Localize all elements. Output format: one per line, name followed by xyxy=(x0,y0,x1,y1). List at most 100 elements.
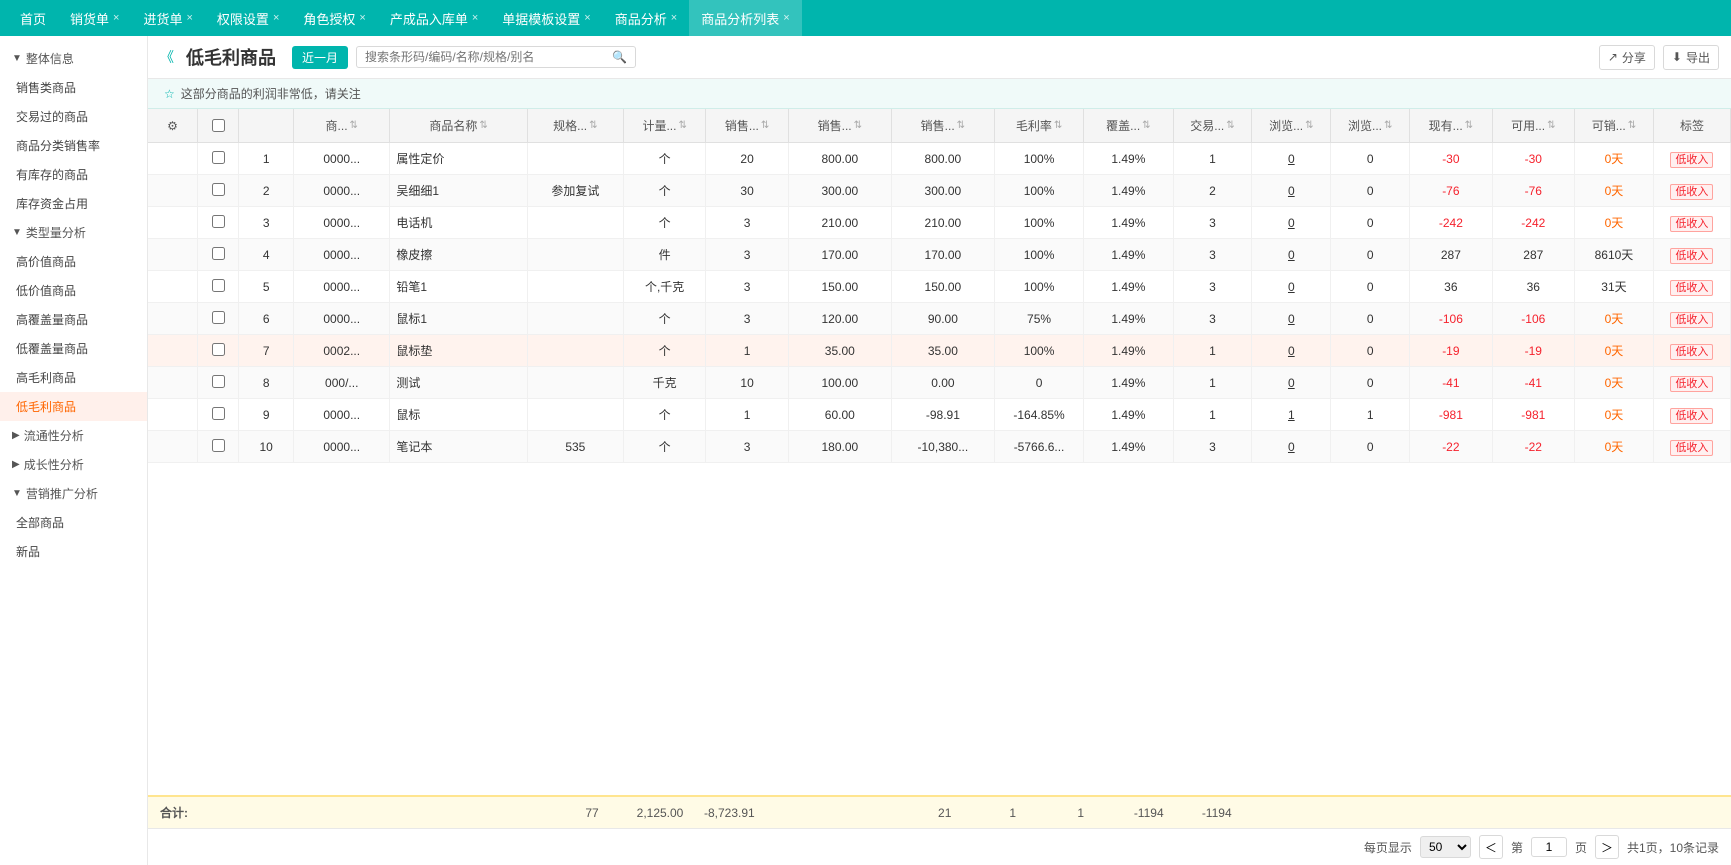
sort-icon-sales-price[interactable]: ⇅ xyxy=(854,120,862,131)
sidebar-group-type-analysis[interactable]: ▼ 类型量分析 xyxy=(0,218,147,247)
cell-check[interactable] xyxy=(197,303,238,335)
row-checkbox[interactable] xyxy=(212,215,225,228)
nav-role-auth[interactable]: 角色授权 × xyxy=(291,0,377,36)
th-code[interactable]: 商...⇅ xyxy=(294,109,390,143)
row-checkbox[interactable] xyxy=(212,407,225,420)
sort-icon-saleable[interactable]: ⇅ xyxy=(1628,120,1636,131)
sidebar-item-low-value[interactable]: 低价值商品 xyxy=(0,276,147,305)
nav-product-analysis-list[interactable]: 商品分析列表 × xyxy=(689,0,801,36)
row-checkbox[interactable] xyxy=(212,247,225,260)
row-checkbox[interactable] xyxy=(212,183,225,196)
sidebar-item-stocked-goods[interactable]: 有库存的商品 xyxy=(0,160,147,189)
sort-icon-available[interactable]: ⇅ xyxy=(1547,120,1555,131)
nav-close-product-analysis[interactable]: × xyxy=(671,12,677,24)
sort-icon-code[interactable]: ⇅ xyxy=(350,120,358,131)
per-page-select[interactable]: 50 100 200 xyxy=(1420,836,1471,858)
sidebar-item-low-coverage[interactable]: 低覆盖量商品 xyxy=(0,334,147,363)
nav-permissions[interactable]: 权限设置 × xyxy=(205,0,291,36)
row-checkbox[interactable] xyxy=(212,375,225,388)
nav-purchase-order[interactable]: 进货单 × xyxy=(131,0,204,36)
cell-check[interactable] xyxy=(197,271,238,303)
th-sales-price[interactable]: 销售...⇅ xyxy=(788,109,891,143)
th-gross-rate[interactable]: 毛利率⇅ xyxy=(994,109,1083,143)
sort-icon-trade[interactable]: ⇅ xyxy=(1226,120,1234,131)
share-button[interactable]: ↗ 分享 xyxy=(1599,45,1655,70)
nav-close-sales[interactable]: × xyxy=(113,12,119,24)
nav-home[interactable]: 首页 xyxy=(8,0,58,36)
cell-browse1[interactable]: 0 xyxy=(1252,175,1331,207)
nav-close-product-analysis-list[interactable]: × xyxy=(783,12,789,24)
nav-product-analysis[interactable]: 商品分析 × xyxy=(603,0,689,36)
select-all-checkbox[interactable] xyxy=(212,119,225,132)
sort-icon-cover-rate[interactable]: ⇅ xyxy=(1142,120,1150,131)
row-checkbox[interactable] xyxy=(212,279,225,292)
sidebar-item-high-value[interactable]: 高价值商品 xyxy=(0,247,147,276)
sidebar-item-high-coverage[interactable]: 高覆盖量商品 xyxy=(0,305,147,334)
cell-check[interactable] xyxy=(197,207,238,239)
sort-icon-unit[interactable]: ⇅ xyxy=(678,120,686,131)
sidebar-item-new-goods[interactable]: 新品 xyxy=(0,537,147,566)
sort-icon-gross-rate[interactable]: ⇅ xyxy=(1054,120,1062,131)
cell-browse1[interactable]: 0 xyxy=(1252,239,1331,271)
filter-button[interactable]: 近一月 xyxy=(292,46,348,69)
sidebar-group-general[interactable]: ▼ 整体信息 xyxy=(0,44,147,73)
nav-close-purchase[interactable]: × xyxy=(186,12,192,24)
th-browse2[interactable]: 浏览...⇅ xyxy=(1331,109,1410,143)
cell-browse1[interactable]: 1 xyxy=(1252,399,1331,431)
sidebar-item-all-goods[interactable]: 全部商品 xyxy=(0,508,147,537)
sort-icon-browse2[interactable]: ⇅ xyxy=(1384,120,1392,131)
prev-page-button[interactable]: ＜ xyxy=(1479,835,1503,859)
next-page-button[interactable]: ＞ xyxy=(1595,835,1619,859)
th-name[interactable]: 商品名称⇅ xyxy=(390,109,527,143)
cell-check[interactable] xyxy=(197,335,238,367)
th-browse1[interactable]: 浏览...⇅ xyxy=(1252,109,1331,143)
sidebar-item-high-gross[interactable]: 高毛利商品 xyxy=(0,363,147,392)
sidebar-item-traded-goods[interactable]: 交易过的商品 xyxy=(0,102,147,131)
page-number-input[interactable] xyxy=(1531,837,1567,857)
sort-icon-stock[interactable]: ⇅ xyxy=(1465,120,1473,131)
nav-close-finished[interactable]: × xyxy=(472,12,478,24)
nav-close-template[interactable]: × xyxy=(584,12,590,24)
th-saleable[interactable]: 可销...⇅ xyxy=(1575,109,1654,143)
sidebar-group-growth[interactable]: ▶ 成长性分析 xyxy=(0,450,147,479)
cell-browse1[interactable]: 0 xyxy=(1252,431,1331,463)
nav-close-role[interactable]: × xyxy=(359,12,365,24)
cell-browse1[interactable]: 0 xyxy=(1252,367,1331,399)
th-current-stock[interactable]: 现有...⇅ xyxy=(1410,109,1492,143)
nav-close-permissions[interactable]: × xyxy=(273,12,279,24)
row-checkbox[interactable] xyxy=(212,151,225,164)
row-checkbox[interactable] xyxy=(212,439,225,452)
cell-browse1[interactable]: 0 xyxy=(1252,143,1331,175)
row-checkbox[interactable] xyxy=(212,343,225,356)
sidebar-collapse-icon[interactable]: 《 xyxy=(160,47,174,67)
th-setting[interactable]: ⚙ xyxy=(148,109,197,143)
sidebar-group-marketing[interactable]: ▼ 营销推广分析 xyxy=(0,479,147,508)
th-sales-count[interactable]: 销售...⇅ xyxy=(706,109,788,143)
cell-check[interactable] xyxy=(197,175,238,207)
sidebar-item-sales-goods[interactable]: 销售类商品 xyxy=(0,73,147,102)
th-cover-rate[interactable]: 覆盖...⇅ xyxy=(1084,109,1173,143)
th-unit[interactable]: 计量...⇅ xyxy=(623,109,705,143)
cell-check[interactable] xyxy=(197,143,238,175)
th-trade-count[interactable]: 交易...⇅ xyxy=(1173,109,1252,143)
sort-icon-spec[interactable]: ⇅ xyxy=(589,120,597,131)
cell-check[interactable] xyxy=(197,239,238,271)
th-sales-profit[interactable]: 销售...⇅ xyxy=(891,109,994,143)
th-available[interactable]: 可用...⇅ xyxy=(1492,109,1574,143)
sort-icon-browse1[interactable]: ⇅ xyxy=(1305,120,1313,131)
th-spec[interactable]: 规格...⇅ xyxy=(527,109,623,143)
row-checkbox[interactable] xyxy=(212,311,225,324)
nav-sales-order[interactable]: 销货单 × xyxy=(58,0,131,36)
search-input[interactable] xyxy=(365,50,608,64)
sidebar-item-low-gross[interactable]: 低毛利商品 xyxy=(0,392,147,421)
nav-finished-goods[interactable]: 产成品入库单 × xyxy=(378,0,490,36)
cell-browse1[interactable]: 0 xyxy=(1252,207,1331,239)
sort-icon-sales-profit[interactable]: ⇅ xyxy=(957,120,965,131)
cell-browse1[interactable]: 0 xyxy=(1252,303,1331,335)
sidebar-group-liquidity[interactable]: ▶ 流通性分析 xyxy=(0,421,147,450)
cell-check[interactable] xyxy=(197,367,238,399)
nav-template-settings[interactable]: 单据模板设置 × xyxy=(490,0,602,36)
cell-browse1[interactable]: 0 xyxy=(1252,335,1331,367)
sidebar-item-category-rate[interactable]: 商品分类销售率 xyxy=(0,131,147,160)
th-check[interactable] xyxy=(197,109,238,143)
